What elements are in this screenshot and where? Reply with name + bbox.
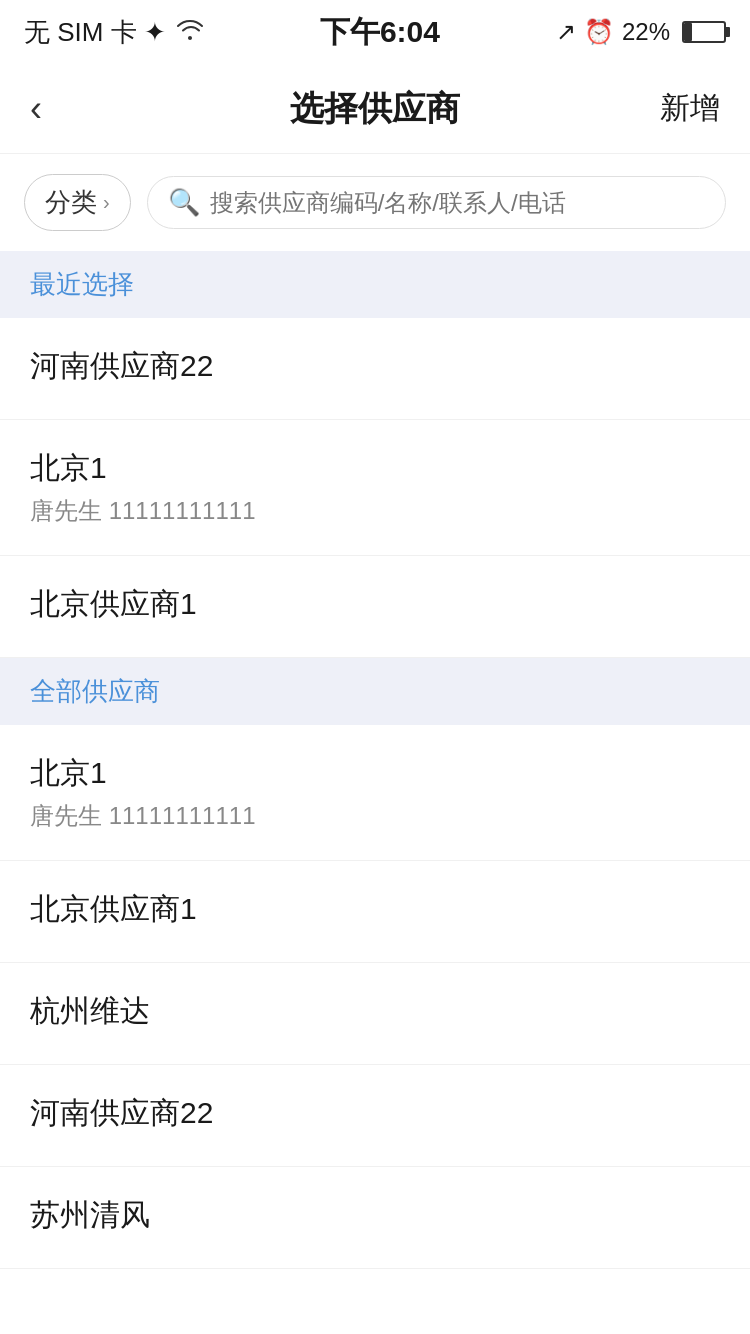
all-section-label: 全部供应商 [30,676,160,706]
item-name: 北京1 [30,448,720,489]
nav-bar: ‹ 选择供应商 新增 [0,64,750,154]
alarm-icon: ⏰ [584,18,614,46]
status-right: ↗ ⏰ 22% [556,18,726,46]
list-item[interactable]: 苏州清风 [0,1167,750,1269]
search-icon: 🔍 [168,187,200,218]
item-name: 河南供应商22 [30,1093,720,1134]
item-sub: 唐先生 11111111111 [30,800,720,832]
chevron-right-icon: › [103,191,110,214]
all-section-header: 全部供应商 [0,658,750,725]
list-item[interactable]: 河南供应商22 [0,1065,750,1167]
battery-pct: 22% [622,18,670,46]
item-sub: 唐先生 11111111111 [30,495,720,527]
list-item[interactable]: 北京供应商1 [0,861,750,963]
recent-section-label: 最近选择 [30,269,134,299]
sim-label: 无 SIM 卡 ✦ [24,15,166,50]
list-item[interactable]: 北京1 唐先生 11111111111 [0,725,750,861]
page-title: 选择供应商 [290,86,460,132]
list-item[interactable]: 北京供应商1 [0,556,750,658]
status-left: 无 SIM 卡 ✦ [24,15,204,50]
recent-section-header: 最近选择 [0,251,750,318]
item-name: 河南供应商22 [30,346,720,387]
category-button[interactable]: 分类 › [24,174,131,231]
filter-bar: 分类 › 🔍 [0,154,750,251]
recent-list: 河南供应商22 北京1 唐先生 11111111111 北京供应商1 [0,318,750,658]
item-name: 北京1 [30,753,720,794]
back-button[interactable]: ‹ [30,88,90,130]
status-time: 下午6:04 [320,12,440,53]
wifi-icon [176,17,204,48]
list-item[interactable]: 河南供应商22 [0,318,750,420]
status-bar: 无 SIM 卡 ✦ 下午6:04 ↗ ⏰ 22% [0,0,750,64]
item-name: 杭州维达 [30,991,720,1032]
item-name: 苏州清风 [30,1195,720,1236]
battery-icon [682,21,726,43]
search-input[interactable] [210,189,705,217]
category-label: 分类 [45,185,97,220]
item-name: 北京供应商1 [30,889,720,930]
add-button[interactable]: 新增 [660,88,720,129]
list-item[interactable]: 北京1 唐先生 11111111111 [0,420,750,556]
all-list: 北京1 唐先生 11111111111 北京供应商1 杭州维达河南供应商22 苏州清风 [0,725,750,1269]
item-name: 北京供应商1 [30,584,720,625]
location-icon: ↗ [556,18,576,46]
list-item[interactable]: 杭州维达 [0,963,750,1065]
search-box: 🔍 [147,176,726,229]
